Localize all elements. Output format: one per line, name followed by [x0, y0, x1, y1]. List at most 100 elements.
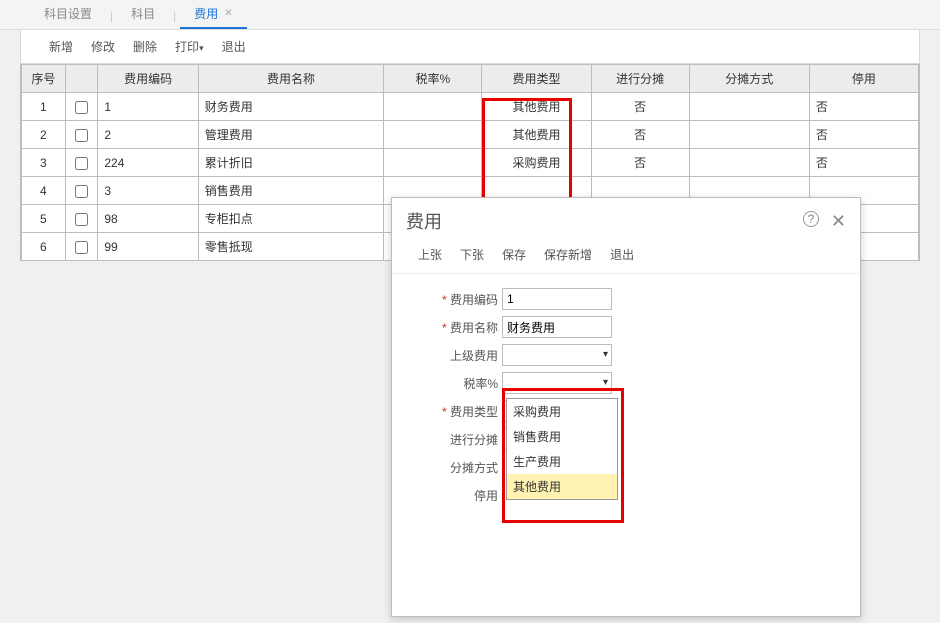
rate-label: 税率% [412, 375, 502, 392]
method-label: 分摊方式 [412, 459, 502, 476]
tab-account[interactable]: 科目 [117, 0, 169, 29]
cell-rate [384, 93, 482, 121]
modal-title: 费用 [406, 208, 442, 234]
name-label: 费用名称 [412, 319, 502, 336]
type-label: 费用类型 [412, 403, 502, 420]
row-checkbox[interactable] [75, 101, 88, 114]
col-stop: 停用 [809, 65, 918, 93]
cell-check[interactable] [65, 93, 98, 121]
code-input[interactable] [502, 288, 612, 310]
close-icon[interactable]: ✕ [831, 211, 846, 232]
col-check [65, 65, 98, 93]
cell-name: 管理费用 [198, 121, 384, 149]
col-apportion: 进行分摊 [591, 65, 689, 93]
cell-check[interactable] [65, 233, 98, 261]
table-row[interactable]: 3224累计折旧采购费用否否 [22, 149, 919, 177]
tab-label: 科目 [131, 5, 155, 22]
tab-label: 科目设置 [44, 5, 92, 22]
close-icon[interactable]: ✕ [224, 8, 232, 19]
col-seq: 序号 [22, 65, 66, 93]
cell-stop: 否 [809, 121, 918, 149]
cell-stop: 否 [809, 93, 918, 121]
delete-button[interactable]: 删除 [133, 38, 157, 55]
save-new-button[interactable]: 保存新增 [544, 246, 592, 263]
cell-method [689, 121, 809, 149]
tab-separator: | [169, 3, 180, 29]
col-method: 分摊方式 [689, 65, 809, 93]
apportion-label: 进行分摊 [412, 431, 502, 448]
dropdown-option[interactable]: 生产费用 [507, 449, 617, 474]
dropdown-option[interactable]: 采购费用 [507, 399, 617, 424]
cell-method [689, 149, 809, 177]
modal-toolbar: 上张 下张 保存 保存新增 退出 [392, 240, 860, 274]
cell-code: 1 [98, 93, 198, 121]
chevron-down-icon: ▾ [199, 43, 204, 53]
print-button[interactable]: 打印▾ [175, 38, 204, 55]
row-checkbox[interactable] [75, 129, 88, 142]
cell-code: 3 [98, 177, 198, 205]
cell-code: 2 [98, 121, 198, 149]
cell-name: 累计折旧 [198, 149, 384, 177]
cell-check[interactable] [65, 149, 98, 177]
row-checkbox[interactable] [75, 157, 88, 170]
col-code: 费用编码 [98, 65, 198, 93]
row-checkbox[interactable] [75, 241, 88, 254]
table-row[interactable]: 11财务费用其他费用否否 [22, 93, 919, 121]
name-input[interactable] [502, 316, 612, 338]
cell-check[interactable] [65, 205, 98, 233]
cell-type: 采购费用 [482, 149, 591, 177]
fee-modal: 费用 ? ✕ 上张 下张 保存 保存新增 退出 费用编码 费用名称 上级费用 ▾ [391, 197, 861, 617]
row-checkbox[interactable] [75, 185, 88, 198]
main-toolbar: 新增 修改 删除 打印▾ 退出 [20, 30, 920, 64]
type-dropdown[interactable]: 采购费用销售费用生产费用其他费用 [506, 398, 618, 500]
dropdown-option[interactable]: 其他费用 [507, 474, 617, 499]
cell-apportion: 否 [591, 121, 689, 149]
tab-label: 费用 [194, 5, 218, 22]
exit-button[interactable]: 退出 [610, 246, 634, 263]
col-name: 费用名称 [198, 65, 384, 93]
cell-type: 其他费用 [482, 121, 591, 149]
cell-stop: 否 [809, 149, 918, 177]
fee-form: 费用编码 费用名称 上级费用 ▾ 税率% ▾ 费用类型 ▾ [392, 274, 860, 522]
modal-titlebar: 费用 ? ✕ [392, 198, 860, 240]
code-label: 费用编码 [412, 291, 502, 308]
edit-button[interactable]: 修改 [91, 38, 115, 55]
table-header-row: 序号 费用编码 费用名称 税率% 费用类型 进行分摊 分摊方式 停用 [22, 65, 919, 93]
cell-name: 销售费用 [198, 177, 384, 205]
cell-apportion: 否 [591, 149, 689, 177]
cell-seq: 1 [22, 93, 66, 121]
row-checkbox[interactable] [75, 213, 88, 226]
cell-code: 224 [98, 149, 198, 177]
cell-apportion: 否 [591, 93, 689, 121]
cell-code: 98 [98, 205, 198, 233]
cell-check[interactable] [65, 177, 98, 205]
tab-account-settings[interactable]: 科目设置 [30, 0, 106, 29]
cell-name: 财务费用 [198, 93, 384, 121]
cell-seq: 5 [22, 205, 66, 233]
exit-button[interactable]: 退出 [222, 38, 246, 55]
stop-label: 停用 [412, 487, 502, 504]
tab-fee[interactable]: 费用 ✕ [180, 0, 246, 29]
add-button[interactable]: 新增 [49, 38, 73, 55]
print-label: 打印 [175, 40, 199, 54]
cell-seq: 4 [22, 177, 66, 205]
rate-select[interactable] [502, 372, 612, 394]
help-icon[interactable]: ? [803, 211, 819, 227]
col-rate: 税率% [384, 65, 482, 93]
cell-code: 99 [98, 233, 198, 261]
parent-label: 上级费用 [412, 347, 502, 364]
next-button[interactable]: 下张 [460, 246, 484, 263]
cell-name: 专柜扣点 [198, 205, 384, 233]
cell-seq: 2 [22, 121, 66, 149]
cell-name: 零售抵现 [198, 233, 384, 261]
prev-button[interactable]: 上张 [418, 246, 442, 263]
save-button[interactable]: 保存 [502, 246, 526, 263]
cell-seq: 3 [22, 149, 66, 177]
cell-check[interactable] [65, 121, 98, 149]
parent-select[interactable] [502, 344, 612, 366]
cell-type: 其他费用 [482, 93, 591, 121]
table-row[interactable]: 22管理费用其他费用否否 [22, 121, 919, 149]
cell-rate [384, 121, 482, 149]
dropdown-option[interactable]: 销售费用 [507, 424, 617, 449]
cell-rate [384, 149, 482, 177]
